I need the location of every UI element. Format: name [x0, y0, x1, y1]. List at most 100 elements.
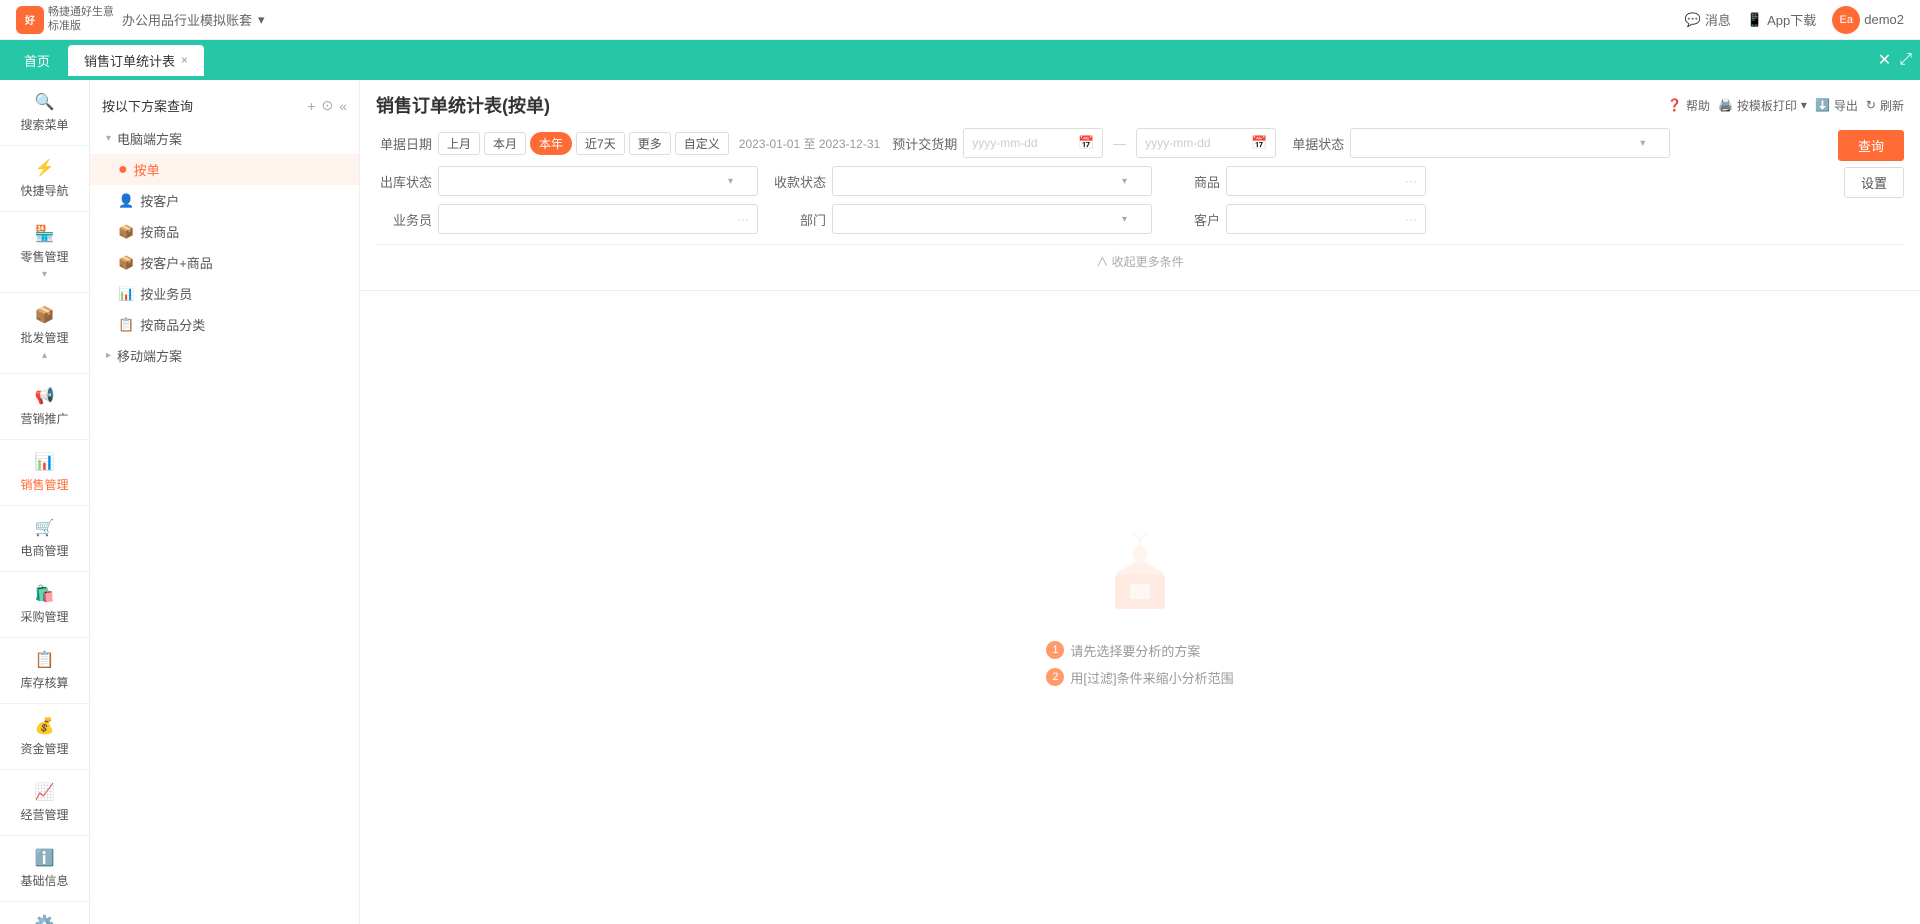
- date-last7-btn[interactable]: 近7天: [576, 132, 625, 155]
- sidebar-item-operations[interactable]: 📈 经营管理: [0, 770, 89, 836]
- export-btn[interactable]: ⬇️ 导出: [1815, 97, 1858, 114]
- customer-cell: 客户 ···: [1164, 204, 1426, 234]
- payment-select[interactable]: ▾: [832, 166, 1152, 196]
- download-icon: 📱: [1747, 12, 1763, 28]
- query-btn[interactable]: 查询: [1838, 130, 1904, 161]
- tree-item-by-order[interactable]: ● 按单: [90, 154, 359, 185]
- by-category-icon: 📋: [118, 317, 134, 333]
- bill-status-select[interactable]: ▾: [1350, 128, 1670, 158]
- tree-item-by-customer-product[interactable]: 📦 按客户+商品: [90, 247, 359, 278]
- sidebar-item-system[interactable]: ⚙️ 系统管理: [0, 902, 89, 924]
- help-btn[interactable]: ❓ 帮助: [1667, 97, 1710, 114]
- app-download-btn[interactable]: 📱 App下载: [1747, 10, 1816, 29]
- sidebar-item-purchase[interactable]: 🛍️ 采购管理: [0, 572, 89, 638]
- sidebar-item-ecommerce[interactable]: 🛒 电商管理: [0, 506, 89, 572]
- message-icon: 💬: [1685, 12, 1701, 28]
- refresh-btn[interactable]: ↻ 刷新: [1866, 97, 1904, 114]
- filter-title-row: 销售订单统计表(按单) ❓ 帮助 🖨️ 按模板打印 ▾ ⬇️: [376, 92, 1904, 118]
- operations-icon: 📈: [35, 782, 55, 802]
- user-area[interactable]: Ea demo2: [1832, 6, 1904, 34]
- expected-date-to[interactable]: yyyy-mm-dd 📅: [1136, 128, 1276, 158]
- expected-date-from[interactable]: yyyy-mm-dd 📅: [963, 128, 1103, 158]
- tree-item-by-salesperson[interactable]: 📊 按业务员: [90, 278, 359, 309]
- by-order-icon: ●: [118, 161, 128, 179]
- date-more-btn[interactable]: 更多: [629, 132, 671, 155]
- empty-illustration: [1090, 529, 1190, 629]
- date-label: 单据日期: [376, 134, 432, 153]
- sidebar-item-basic-info[interactable]: ℹ️ 基础信息: [0, 836, 89, 902]
- date-this-year-btn[interactable]: 本年: [530, 132, 572, 155]
- by-product-icon: 📦: [118, 224, 134, 240]
- print-icon: 🖨️: [1718, 98, 1733, 112]
- collapse-text: 收起更多条件: [1112, 255, 1184, 269]
- right-panel: 销售订单统计表(按单) ❓ 帮助 🖨️ 按模板打印 ▾ ⬇️: [360, 80, 1920, 924]
- user-name: demo2: [1864, 12, 1904, 27]
- shipping-select[interactable]: ▾: [438, 166, 758, 196]
- department-label: 部门: [770, 210, 826, 229]
- header-dropdown-icon[interactable]: ▾: [258, 12, 265, 28]
- tree-item-by-category[interactable]: 📋 按商品分类: [90, 309, 359, 340]
- expected-date-cell: 预计交货期 yyyy-mm-dd 📅 — yyyy-mm-dd 📅: [892, 128, 1276, 158]
- date-last-month-btn[interactable]: 上月: [438, 132, 480, 155]
- shipping-label: 出库状态: [376, 172, 432, 191]
- settings-btn[interactable]: 设置: [1844, 167, 1904, 198]
- salesperson-label: 业务员: [376, 210, 432, 229]
- salesperson-more-btn[interactable]: ···: [737, 212, 749, 226]
- tree-expand-icon: ▾: [106, 133, 111, 144]
- date-separator: —: [1109, 136, 1130, 151]
- hint-text-1: 请先选择要分析的方案: [1070, 641, 1200, 660]
- tab-home[interactable]: 首页: [8, 45, 66, 76]
- tab-bar-right: ✕ ⤢: [1878, 50, 1912, 70]
- tree-item-by-product[interactable]: 📦 按商品: [90, 216, 359, 247]
- settings-scheme-btn[interactable]: ⊙: [321, 97, 333, 114]
- tab-close-icon[interactable]: ×: [181, 53, 188, 67]
- bill-status-label: 单据状态: [1288, 134, 1344, 153]
- customer-input[interactable]: ···: [1226, 204, 1426, 234]
- product-input[interactable]: ···: [1226, 166, 1426, 196]
- sidebar-item-quick-nav[interactable]: ⚡ 快捷导航: [0, 146, 89, 212]
- template-print-btn[interactable]: 🖨️ 按模板打印 ▾: [1718, 97, 1807, 114]
- window-close-btn[interactable]: ✕: [1878, 50, 1891, 70]
- messages-btn[interactable]: 💬 消息: [1685, 10, 1731, 29]
- quick-nav-icon: ⚡: [35, 158, 55, 178]
- by-customer-icon: 👤: [118, 193, 134, 209]
- window-expand-btn[interactable]: ⤢: [1899, 51, 1912, 69]
- department-cell: 部门 ▾: [770, 204, 1152, 234]
- shipping-dropdown-icon: ▾: [728, 176, 733, 187]
- collapse-panel-btn[interactable]: «: [339, 98, 347, 114]
- tab-sales-order[interactable]: 销售订单统计表 ×: [68, 45, 204, 76]
- date-custom-btn[interactable]: 自定义: [675, 132, 729, 155]
- add-scheme-btn[interactable]: +: [307, 98, 315, 114]
- top-header: 好 畅捷通好生意 标准版 办公用品行业模拟账套 ▾ 💬 消息 📱 App下载 E…: [0, 0, 1920, 40]
- tree-group-pc[interactable]: ▾ 电脑端方案: [90, 123, 359, 154]
- logo-text: 畅捷通好生意 标准版: [48, 6, 114, 32]
- inventory-icon: 📋: [35, 650, 55, 670]
- date-this-month-btn[interactable]: 本月: [484, 132, 526, 155]
- tree-item-by-customer[interactable]: 👤 按客户: [90, 185, 359, 216]
- customer-more-btn[interactable]: ···: [1405, 212, 1417, 226]
- retail-expand-icon: ▾: [42, 269, 47, 280]
- wholesale-expand-icon: ▴: [42, 350, 47, 361]
- expected-date-from-placeholder: yyyy-mm-dd: [972, 136, 1078, 150]
- sidebar-item-wholesale[interactable]: 📦 批发管理 ▴: [0, 293, 89, 374]
- tree-expand-mobile-icon: ▸: [106, 350, 111, 361]
- product-more-btn[interactable]: ···: [1405, 174, 1417, 188]
- sidebar-item-search[interactable]: 🔍 搜索菜单: [0, 80, 89, 146]
- retail-icon: 🏪: [35, 224, 55, 244]
- collapse-bar[interactable]: ∧ 收起更多条件: [376, 244, 1904, 278]
- sidebar-item-retail[interactable]: 🏪 零售管理 ▾: [0, 212, 89, 293]
- export-icon: ⬇️: [1815, 98, 1830, 112]
- department-select[interactable]: ▾: [832, 204, 1152, 234]
- sidebar-item-inventory[interactable]: 📋 库存核算: [0, 638, 89, 704]
- date-filter-cell: 单据日期 上月 本月 本年 近7天 更多 自定义 2023-01-01 至 20…: [376, 132, 880, 155]
- sidebar-item-marketing[interactable]: 📢 营销推广: [0, 374, 89, 440]
- date-quick-btns: 上月 本月 本年 近7天 更多 自定义: [438, 132, 729, 155]
- tree-group-mobile[interactable]: ▸ 移动端方案: [90, 340, 359, 371]
- sidebar-item-finance[interactable]: 💰 资金管理: [0, 704, 89, 770]
- purchase-icon: 🛍️: [35, 584, 55, 604]
- page-title: 销售订单统计表(按单): [376, 92, 550, 118]
- by-customer-label: 按客户: [140, 191, 179, 210]
- sidebar-item-sales[interactable]: 📊 销售管理: [0, 440, 89, 506]
- content-area: 按以下方案查询 + ⊙ « ▾ 电脑端方案 ● 按单 👤 按客户: [90, 80, 1920, 924]
- salesperson-input[interactable]: ···: [438, 204, 758, 234]
